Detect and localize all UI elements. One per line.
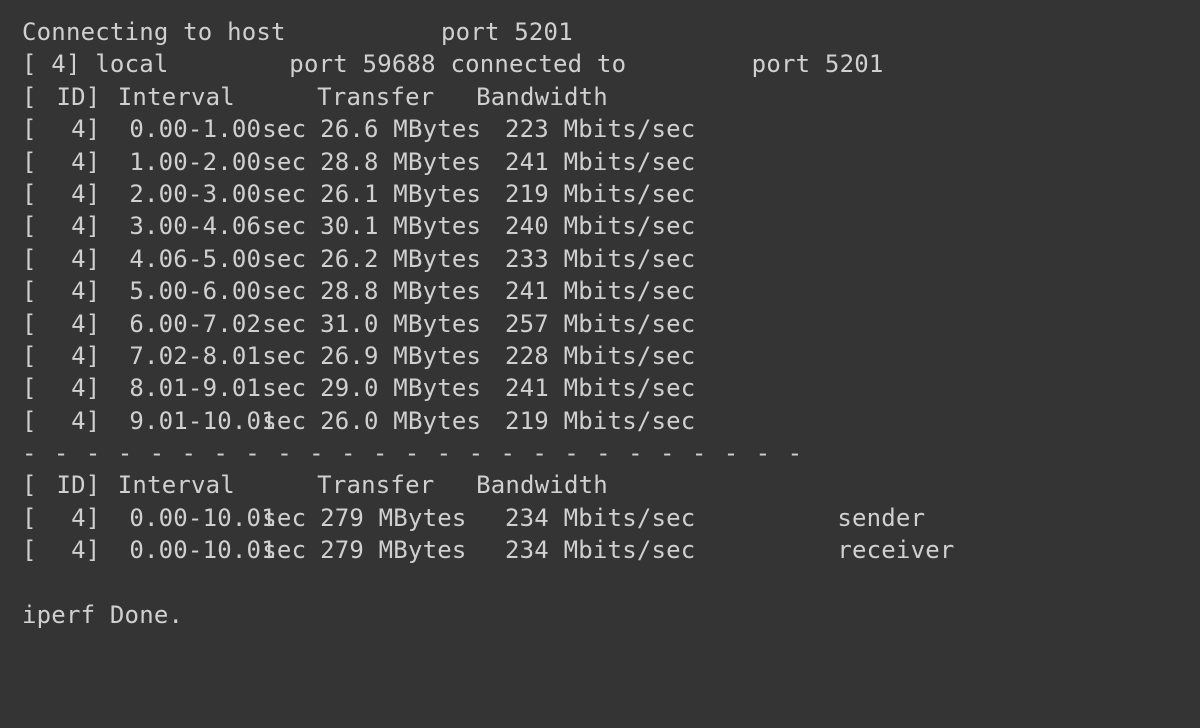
table-header: [ ID] Interval Transfer Bandwidth [22,81,1178,113]
row-unit: sec [262,308,320,340]
row-id: 4 [37,146,86,178]
row-id: 4 [37,113,86,145]
row-unit: sec [262,405,320,437]
row-unit: sec [262,340,320,372]
row-id: 4 [37,308,86,340]
row-id: 4 [37,372,86,404]
row-interval: 0.00-1.00 [100,113,262,145]
row-role: sender [736,502,925,534]
header-id: ID [37,81,86,113]
row-bandwidth: 241 Mbits/sec [505,146,736,178]
local-mid: port 59688 connected to [289,48,751,80]
header-transfer: Transfer [317,81,476,113]
row-interval: 4.06-5.00 [100,243,262,275]
row-bandwidth: 241 Mbits/sec [505,372,736,404]
row-id: 4 [37,178,86,210]
header-bandwidth: Bandwidth [476,469,608,501]
row-bandwidth: 241 Mbits/sec [505,275,736,307]
row-bandwidth: 240 Mbits/sec [505,210,736,242]
row-bandwidth: 257 Mbits/sec [505,308,736,340]
row-unit: sec [262,210,320,242]
row-id: 4 [37,405,86,437]
row-bandwidth: 233 Mbits/sec [505,243,736,275]
row-id: 4 [37,502,86,534]
row-interval: 0.00-10.01 [100,502,262,534]
local-prefix: [ 4] local [22,48,289,80]
table-row: [4]7.02-8.01sec26.9 MBytes228 Mbits/sec [22,340,1178,372]
table-row: [4]3.00-4.06sec30.1 MBytes240 Mbits/sec [22,210,1178,242]
row-interval: 0.00-10.01 [100,534,262,566]
row-transfer: 26.2 MBytes [320,243,505,275]
row-bandwidth: 234 Mbits/sec [505,502,736,534]
row-transfer: 279 MBytes [320,502,505,534]
row-interval: 5.00-6.00 [100,275,262,307]
terminal-output: Connecting to host port 5201 [ 4] local … [22,16,1178,631]
summary-rows: [4]0.00-10.01sec279 MBytes234 Mbits/secs… [22,502,1178,567]
row-bandwidth: 219 Mbits/sec [505,178,736,210]
row-id: 4 [37,243,86,275]
row-transfer: 31.0 MBytes [320,308,505,340]
done-line: iperf Done. [22,599,1178,631]
row-transfer: 26.6 MBytes [320,113,505,145]
connecting-port: port 5201 [441,16,573,48]
header-id: ID [37,469,86,501]
row-id: 4 [37,340,86,372]
row-unit: sec [262,243,320,275]
row-transfer: 279 MBytes [320,534,505,566]
separator-line: - - - - - - - - - - - - - - - - - - - - … [22,437,1178,469]
row-transfer: 26.0 MBytes [320,405,505,437]
row-interval: 6.00-7.02 [100,308,262,340]
row-interval: 2.00-3.00 [100,178,262,210]
row-id: 4 [37,275,86,307]
row-bandwidth: 223 Mbits/sec [505,113,736,145]
row-transfer: 30.1 MBytes [320,210,505,242]
table-row: [4]2.00-3.00sec26.1 MBytes219 Mbits/sec [22,178,1178,210]
table-row: [4]1.00-2.00sec28.8 MBytes241 Mbits/sec [22,146,1178,178]
table-row: [4]4.06-5.00sec26.2 MBytes233 Mbits/sec [22,243,1178,275]
row-transfer: 28.8 MBytes [320,275,505,307]
table-row: [4]6.00-7.02sec31.0 MBytes257 Mbits/sec [22,308,1178,340]
table-row: [4]0.00-1.00sec26.6 MBytes223 Mbits/sec [22,113,1178,145]
row-unit: sec [262,534,320,566]
row-bandwidth: 219 Mbits/sec [505,405,736,437]
row-unit: sec [262,178,320,210]
row-unit: sec [262,146,320,178]
row-transfer: 29.0 MBytes [320,372,505,404]
header-bandwidth: Bandwidth [476,81,608,113]
summary-row: [4]0.00-10.01sec279 MBytes234 Mbits/secs… [22,502,1178,534]
row-unit: sec [262,275,320,307]
row-id: 4 [37,534,86,566]
row-id: 4 [37,210,86,242]
connecting-prefix: Connecting to host [22,16,441,48]
local-line: [ 4] local port 59688 connected to port … [22,48,1178,80]
row-role: receiver [736,534,954,566]
summary-row: [4]0.00-10.01sec279 MBytes234 Mbits/secr… [22,534,1178,566]
connecting-line: Connecting to host port 5201 [22,16,1178,48]
row-unit: sec [262,113,320,145]
row-transfer: 26.1 MBytes [320,178,505,210]
row-bandwidth: 228 Mbits/sec [505,340,736,372]
interval-rows: [4]0.00-1.00sec26.6 MBytes223 Mbits/sec[… [22,113,1178,437]
blank-line [22,567,1178,599]
row-transfer: 26.9 MBytes [320,340,505,372]
row-interval: 7.02-8.01 [100,340,262,372]
row-unit: sec [262,502,320,534]
table-row: [4]5.00-6.00sec28.8 MBytes241 Mbits/sec [22,275,1178,307]
header-interval: Interval [100,81,317,113]
row-bandwidth: 234 Mbits/sec [505,534,736,566]
row-unit: sec [262,372,320,404]
row-interval: 1.00-2.00 [100,146,262,178]
row-interval: 3.00-4.06 [100,210,262,242]
row-transfer: 28.8 MBytes [320,146,505,178]
row-interval: 9.01-10.01 [100,405,262,437]
table-row: [4]8.01-9.01sec29.0 MBytes241 Mbits/sec [22,372,1178,404]
row-interval: 8.01-9.01 [100,372,262,404]
summary-header: [ ID] Interval Transfer Bandwidth [22,469,1178,501]
header-interval: Interval [100,469,317,501]
table-row: [4]9.01-10.01sec26.0 MBytes219 Mbits/sec [22,405,1178,437]
local-end: port 5201 [752,48,884,80]
header-transfer: Transfer [317,469,476,501]
